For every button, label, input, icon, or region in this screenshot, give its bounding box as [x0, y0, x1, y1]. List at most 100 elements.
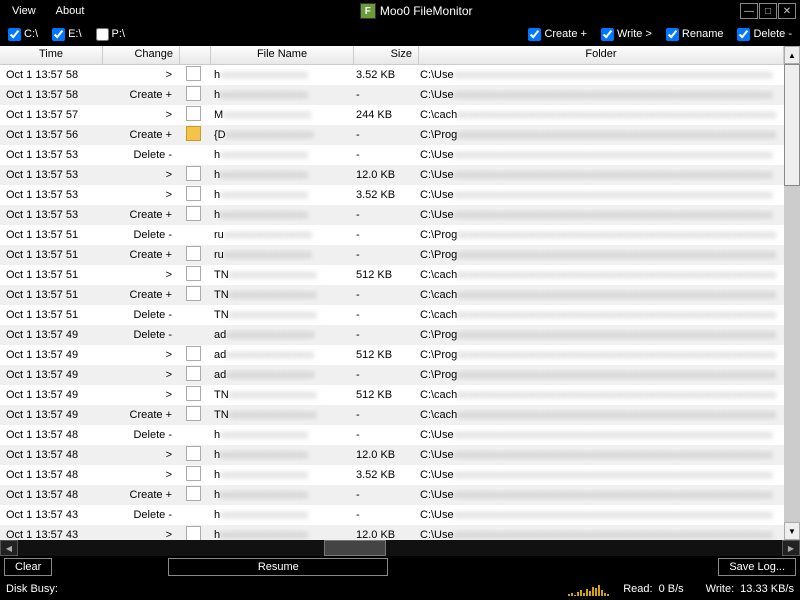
filter-checkbox[interactable]: Create + — [528, 28, 587, 41]
file-icon — [186, 486, 201, 501]
cell-folder: C:\cachxxxxxxxxxxxxxxxxxxxxxxxxxxxxxxxxx… — [414, 289, 784, 301]
cell-folder: C:\Usexxxxxxxxxxxxxxxxxxxxxxxxxxxxxxxxxx… — [414, 89, 784, 101]
save-log-button[interactable]: Save Log... — [718, 558, 796, 576]
table-row[interactable]: Oct 1 13:57 58>hxxxxxxxxxxxxxxxx3.52 KBC… — [0, 65, 784, 85]
cell-time: Oct 1 13:57 51 — [0, 309, 102, 321]
table-row[interactable]: Oct 1 13:57 49Create +TNxxxxxxxxxxxxxxxx… — [0, 405, 784, 425]
cell-folder: C:\cachxxxxxxxxxxxxxxxxxxxxxxxxxxxxxxxxx… — [414, 269, 784, 281]
drive-checkbox[interactable]: C:\ — [8, 28, 38, 41]
table-row[interactable]: Oct 1 13:57 51Delete -TNxxxxxxxxxxxxxxxx… — [0, 305, 784, 325]
cell-time: Oct 1 13:57 51 — [0, 249, 102, 261]
scroll-down-icon[interactable]: ▼ — [784, 522, 800, 540]
cell-folder: C:\Progxxxxxxxxxxxxxxxxxxxxxxxxxxxxxxxxx… — [414, 369, 784, 381]
table-row[interactable]: Oct 1 13:57 51Delete -ruxxxxxxxxxxxxxxxx… — [0, 225, 784, 245]
cell-time: Oct 1 13:57 57 — [0, 109, 102, 121]
cell-icon — [178, 386, 208, 404]
table-row[interactable]: Oct 1 13:57 56Create +{Dxxxxxxxxxxxxxxxx… — [0, 125, 784, 145]
file-icon — [186, 346, 201, 361]
drive-checkbox[interactable]: E:\ — [52, 28, 81, 41]
cell-change: Create + — [102, 209, 178, 221]
filter-checkbox[interactable]: Delete - — [737, 28, 792, 41]
scroll-thumb[interactable] — [784, 64, 800, 186]
scroll-right-icon[interactable]: ▶ — [782, 540, 800, 556]
table-row[interactable]: Oct 1 13:57 49Delete -adxxxxxxxxxxxxxxxx… — [0, 325, 784, 345]
cell-size: 3.52 KB — [350, 469, 414, 481]
cell-size: 3.52 KB — [350, 189, 414, 201]
col-folder[interactable]: Folder — [419, 46, 784, 64]
cell-icon — [178, 406, 208, 424]
hscroll-thumb[interactable] — [324, 540, 386, 556]
table-row[interactable]: Oct 1 13:57 49>TNxxxxxxxxxxxxxxxx512 KBC… — [0, 385, 784, 405]
table-row[interactable]: Oct 1 13:57 51Create +ruxxxxxxxxxxxxxxxx… — [0, 245, 784, 265]
cell-name: ruxxxxxxxxxxxxxxxx — [208, 249, 350, 261]
cell-time: Oct 1 13:57 43 — [0, 529, 102, 540]
table-row[interactable]: Oct 1 13:57 49>adxxxxxxxxxxxxxxxx-C:\Pro… — [0, 365, 784, 385]
cell-folder: C:\Progxxxxxxxxxxxxxxxxxxxxxxxxxxxxxxxxx… — [414, 129, 784, 141]
table-row[interactable]: Oct 1 13:57 58Create +hxxxxxxxxxxxxxxxx-… — [0, 85, 784, 105]
maximize-button[interactable]: □ — [759, 3, 777, 19]
cell-icon — [178, 346, 208, 364]
table-row[interactable]: Oct 1 13:57 48>hxxxxxxxxxxxxxxxx12.0 KBC… — [0, 445, 784, 465]
resume-button[interactable]: Resume — [168, 558, 388, 576]
table-row[interactable]: Oct 1 13:57 43Delete -hxxxxxxxxxxxxxxxx-… — [0, 505, 784, 525]
col-size[interactable]: Size — [354, 46, 419, 64]
col-icon[interactable] — [180, 46, 211, 64]
clear-button[interactable]: Clear — [4, 558, 52, 576]
filter-checkbox[interactable]: Write > — [601, 28, 652, 41]
col-name[interactable]: File Name — [211, 46, 354, 64]
file-icon — [186, 246, 201, 261]
table-row[interactable]: Oct 1 13:57 49>adxxxxxxxxxxxxxxxx512 KBC… — [0, 345, 784, 365]
cell-change: > — [102, 369, 178, 381]
vertical-scrollbar[interactable]: ▲ ▼ — [784, 46, 800, 540]
menu-view[interactable]: View — [4, 3, 44, 19]
cell-icon — [178, 166, 208, 184]
table-row[interactable]: Oct 1 13:57 53Delete -hxxxxxxxxxxxxxxxx-… — [0, 145, 784, 165]
cell-size: - — [350, 209, 414, 221]
file-icon — [186, 526, 201, 540]
file-icon — [186, 466, 201, 481]
cell-change: Create + — [102, 89, 178, 101]
cell-time: Oct 1 13:57 51 — [0, 289, 102, 301]
table-row[interactable]: Oct 1 13:57 51>TNxxxxxxxxxxxxxxxx512 KBC… — [0, 265, 784, 285]
cell-size: 512 KB — [350, 349, 414, 361]
drive-checkbox[interactable]: P:\ — [96, 28, 125, 41]
col-change[interactable]: Change — [103, 46, 180, 64]
bottom-bar: Clear Resume Save Log... — [0, 556, 800, 578]
menu-about[interactable]: About — [48, 3, 93, 19]
file-icon — [186, 266, 201, 281]
scroll-left-icon[interactable]: ◀ — [0, 540, 18, 556]
scroll-up-icon[interactable]: ▲ — [784, 46, 800, 64]
horizontal-scrollbar[interactable]: ◀ ▶ — [0, 540, 800, 556]
filter-bar: C:\ E:\ P:\ Create + Write > Rename Delete - — [0, 22, 800, 46]
table-row[interactable]: Oct 1 13:57 51Create +TNxxxxxxxxxxxxxxxx… — [0, 285, 784, 305]
table-row[interactable]: Oct 1 13:57 48>hxxxxxxxxxxxxxxxx3.52 KBC… — [0, 465, 784, 485]
cell-time: Oct 1 13:57 58 — [0, 89, 102, 101]
cell-size: 512 KB — [350, 389, 414, 401]
cell-size: - — [350, 409, 414, 421]
cell-name: ruxxxxxxxxxxxxxxxx — [208, 229, 350, 241]
table-row[interactable]: Oct 1 13:57 48Delete -hxxxxxxxxxxxxxxxx-… — [0, 425, 784, 445]
cell-time: Oct 1 13:57 48 — [0, 429, 102, 441]
write-label: Write: — [706, 583, 735, 595]
cell-icon — [178, 66, 208, 84]
cell-change: Delete - — [102, 329, 178, 341]
cell-name: {Dxxxxxxxxxxxxxxxx — [208, 129, 350, 141]
table-row[interactable]: Oct 1 13:57 43>hxxxxxxxxxxxxxxxx12.0 KBC… — [0, 525, 784, 540]
table-row[interactable]: Oct 1 13:57 57>Mxxxxxxxxxxxxxxxx244 KBC:… — [0, 105, 784, 125]
cell-name: hxxxxxxxxxxxxxxxx — [208, 449, 350, 461]
cell-folder: C:\Usexxxxxxxxxxxxxxxxxxxxxxxxxxxxxxxxxx… — [414, 169, 784, 181]
minimize-button[interactable]: — — [740, 3, 758, 19]
close-button[interactable]: ✕ — [778, 3, 796, 19]
table-row[interactable]: Oct 1 13:57 48Create +hxxxxxxxxxxxxxxxx-… — [0, 485, 784, 505]
col-time[interactable]: Time — [0, 46, 103, 64]
cell-time: Oct 1 13:57 53 — [0, 149, 102, 161]
filter-checkbox[interactable]: Rename — [666, 28, 724, 41]
cell-size: 12.0 KB — [350, 529, 414, 540]
file-icon — [186, 446, 201, 461]
cell-size: - — [350, 249, 414, 261]
table-row[interactable]: Oct 1 13:57 53Create +hxxxxxxxxxxxxxxxx-… — [0, 205, 784, 225]
table-row[interactable]: Oct 1 13:57 53>hxxxxxxxxxxxxxxxx3.52 KBC… — [0, 185, 784, 205]
table-row[interactable]: Oct 1 13:57 53>hxxxxxxxxxxxxxxxx12.0 KBC… — [0, 165, 784, 185]
cell-name: hxxxxxxxxxxxxxxxx — [208, 509, 350, 521]
read-value: 0 B/s — [659, 583, 684, 595]
